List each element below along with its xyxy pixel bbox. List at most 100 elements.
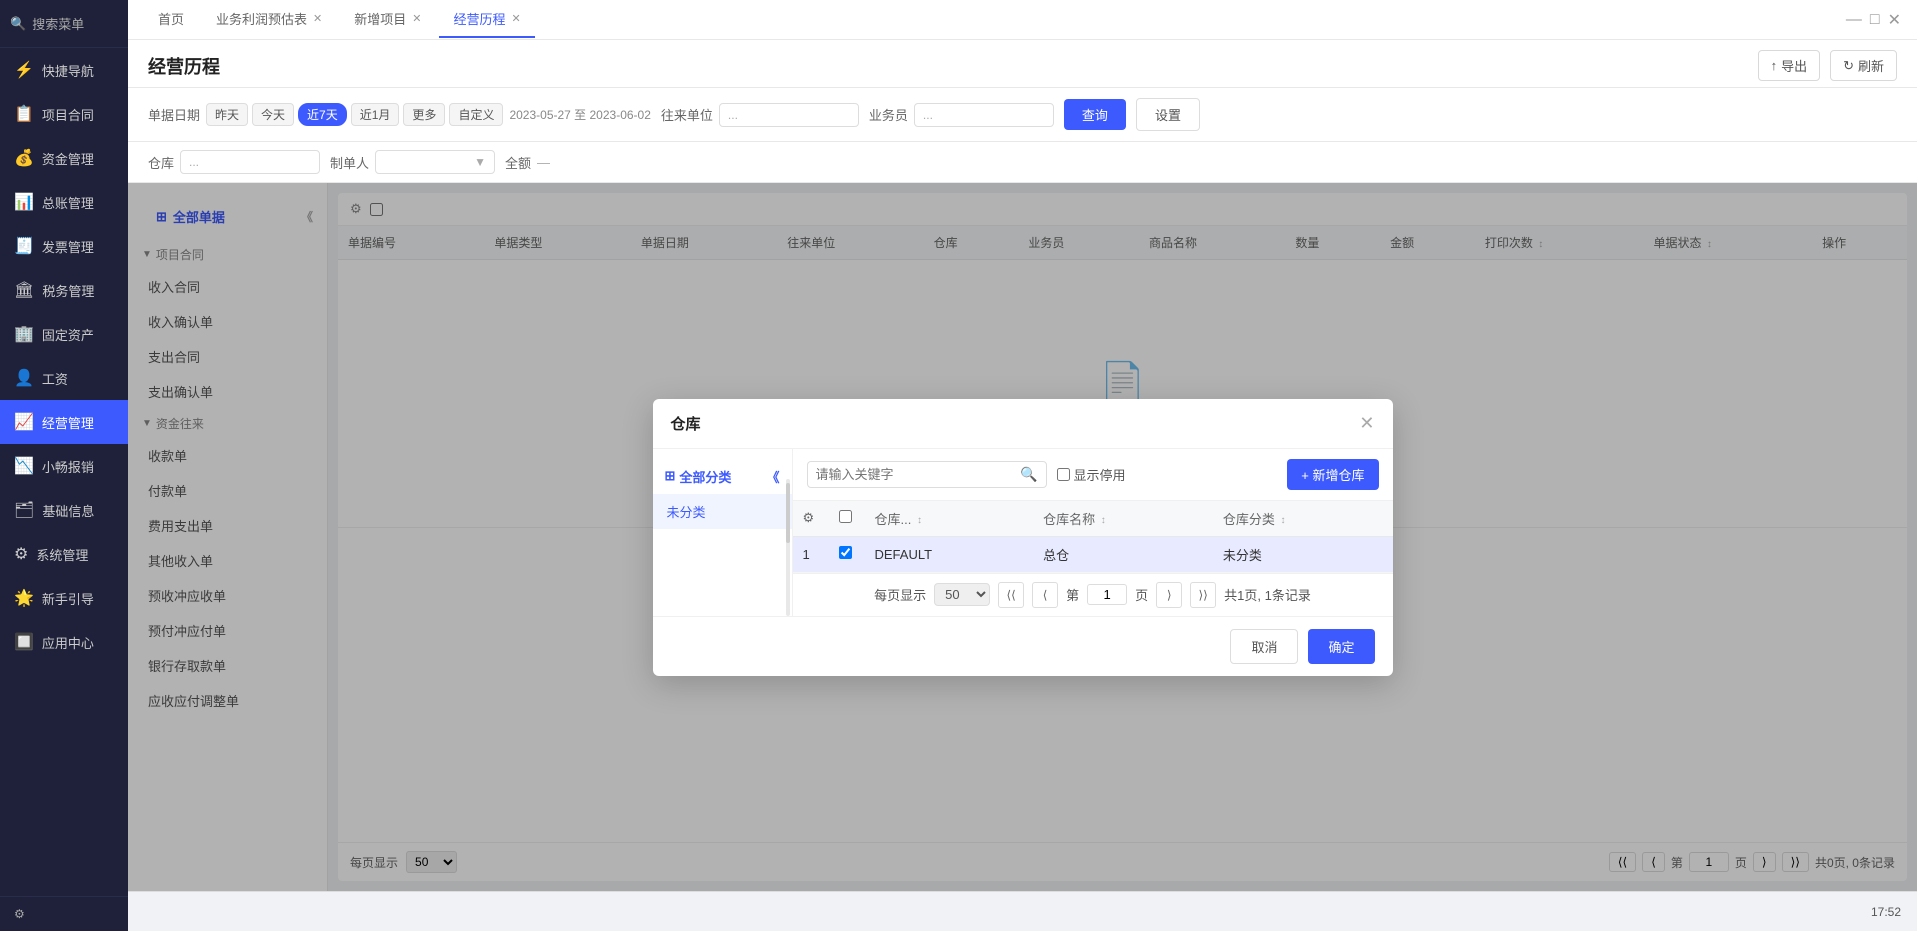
page-header: 经营历程 ↑ 导出 ↻ 刷新 [128, 40, 1917, 88]
tab-operations-close[interactable]: ✕ [512, 12, 521, 25]
maker-label: 制单人 [330, 153, 369, 172]
sidebar-item-label: 总账管理 [42, 193, 94, 212]
taskbar: 17:52 [128, 891, 1917, 931]
table-row[interactable]: 1 DEFAULT 总仓 未分类 [793, 536, 1393, 572]
show-disabled-checkbox[interactable] [1057, 468, 1070, 481]
show-disabled-checkbox-label[interactable]: 显示停用 [1057, 465, 1126, 484]
date-btn-more[interactable]: 更多 [403, 103, 445, 126]
assets-icon: 🏢 [14, 324, 34, 344]
tab-profit-close[interactable]: ✕ [313, 12, 322, 25]
tab-profit[interactable]: 业务利润预估表 ✕ [202, 1, 336, 38]
search-icon: 🔍 [10, 16, 26, 32]
sidebar-item-system[interactable]: ⚙ 系统管理 [0, 532, 128, 576]
modal-page-last[interactable]: ⟩⟩ [1190, 582, 1216, 608]
maker-input[interactable]: ▼ [375, 150, 495, 174]
tab-newproject[interactable]: 新增项目 ✕ [340, 1, 435, 38]
date-btn-1month[interactable]: 近1月 [351, 103, 400, 126]
sidebar-item-operations[interactable]: 📈 经营管理 [0, 400, 128, 444]
setting-button[interactable]: 设置 [1136, 98, 1200, 131]
sidebar-item-assets[interactable]: 🏢 固定资产 [0, 312, 128, 356]
date-btn-yesterday[interactable]: 昨天 [206, 103, 248, 126]
th-modal-name: 仓库名称 ↕ [1033, 501, 1213, 537]
sidebar-item-label: 经营管理 [42, 413, 94, 432]
close-icon[interactable]: ✕ [1888, 10, 1901, 30]
modal-toolbar: 🔍 显示停用 + 新增仓库 [793, 449, 1393, 501]
sidebar-settings[interactable]: ⚙ [0, 897, 128, 931]
confirm-button[interactable]: 确定 [1308, 629, 1374, 664]
sidebar-search[interactable]: 🔍 搜索菜单 [0, 0, 128, 48]
warehouse-label: 仓库 [148, 153, 174, 172]
date-range-display: 2023-05-27 至 2023-06-02 [509, 106, 650, 123]
minimize-icon[interactable]: — [1846, 11, 1862, 29]
modal-close-button[interactable]: ✕ [1359, 413, 1374, 434]
warehouse-input[interactable]: ... [180, 150, 320, 174]
sidebar-item-label: 固定资产 [42, 325, 94, 344]
modal-page-input[interactable] [1087, 584, 1127, 605]
sidebar-item-reports[interactable]: 📉 小畅报销 [0, 444, 128, 488]
sidebar-item-label: 快捷导航 [42, 61, 94, 80]
salesman-filter-group: 业务员 ... [869, 103, 1054, 127]
sidebar-item-appstore[interactable]: 🔲 应用中心 [0, 620, 128, 664]
funds-icon: 💰 [14, 148, 34, 168]
sidebar-item-label: 项目合同 [42, 105, 94, 124]
date-buttons: 昨天 今天 近7天 近1月 更多 自定义 [206, 103, 503, 126]
query-button[interactable]: 查询 [1064, 99, 1126, 130]
add-warehouse-button[interactable]: + 新增仓库 [1287, 459, 1378, 490]
tab-newproject-close[interactable]: ✕ [412, 12, 421, 25]
modal-total-info: 共1页, 1条记录 [1224, 585, 1311, 604]
modal-search-box: 🔍 [807, 461, 1047, 488]
counterparty-input[interactable]: ... [719, 103, 859, 127]
sidebar-item-label: 系统管理 [36, 545, 88, 564]
modal-header: 仓库 ✕ [653, 399, 1393, 449]
modal-page-prev[interactable]: ⟨ [1032, 582, 1058, 608]
date-btn-today[interactable]: 今天 [252, 103, 294, 126]
sidebar-item-shortcuts[interactable]: ⚡ 快捷导航 [0, 48, 128, 92]
modal-sidebar-uncategorized[interactable]: 未分类 [653, 494, 792, 529]
date-filter-label: 单据日期 [148, 105, 200, 124]
content-area: ⊞ 全部单据 《 ▼ 项目合同 收入合同 收入确认单 支出合同 支出确认单 ▼ … [128, 183, 1917, 891]
modal-page-next[interactable]: ⟩ [1156, 582, 1182, 608]
tax-icon: 🏛 [14, 280, 34, 300]
tab-home[interactable]: 首页 [144, 1, 198, 38]
invoice-icon: 🧾 [14, 236, 34, 256]
warehouse-modal: 仓库 ✕ ⊞ 全部分类 《 未分类 [653, 399, 1393, 676]
maximize-icon[interactable]: □ [1870, 11, 1880, 29]
sidebar-item-tax[interactable]: 🏛 税务管理 [0, 268, 128, 312]
sidebar-item-label: 发票管理 [42, 237, 94, 256]
modal-per-page-select[interactable]: 50 100 [934, 583, 990, 606]
modal-table-head: ⚙ 仓库... ↕ 仓库名称 ↕ 仓库分类 ↕ [793, 501, 1393, 537]
modal-sidebar-collapse-icon: 《 [766, 467, 779, 486]
row-checkbox[interactable] [839, 546, 852, 559]
refresh-button[interactable]: ↻ 刷新 [1830, 50, 1897, 81]
salesman-input[interactable]: ... [914, 103, 1054, 127]
date-btn-custom[interactable]: 自定义 [449, 103, 503, 126]
operations-icon: 📈 [14, 412, 34, 432]
sidebar-item-wages[interactable]: 👤 工资 [0, 356, 128, 400]
modal-search-input[interactable] [816, 467, 1015, 482]
modal-table: ⚙ 仓库... ↕ 仓库名称 ↕ 仓库分类 ↕ [793, 501, 1393, 573]
sidebar-item-label: 新手引导 [42, 589, 94, 608]
modal-page-first[interactable]: ⟨⟨ [998, 582, 1024, 608]
sidebar-item-basic[interactable]: 🗂 基础信息 [0, 488, 128, 532]
modal-sidebar-all[interactable]: ⊞ 全部分类 《 [653, 459, 792, 494]
cancel-button[interactable]: 取消 [1230, 629, 1298, 664]
sidebar-item-ledger[interactable]: 📊 总账管理 [0, 180, 128, 224]
counterparty-label: 往来单位 [661, 105, 713, 124]
export-button[interactable]: ↑ 导出 [1758, 50, 1821, 81]
sidebar-item-contracts[interactable]: 📋 项目合同 [0, 92, 128, 136]
sidebar-item-invoice[interactable]: 🧾 发票管理 [0, 224, 128, 268]
sidebar-item-guide[interactable]: 🌟 新手引导 [0, 576, 128, 620]
row-checkbox-cell[interactable] [829, 536, 865, 572]
sidebar-item-funds[interactable]: 💰 资金管理 [0, 136, 128, 180]
th-modal-settings[interactable]: ⚙ [793, 501, 829, 537]
modal-actions: 取消 确定 [653, 616, 1393, 676]
th-modal-category: 仓库分类 ↕ [1213, 501, 1393, 537]
appstore-icon: 🔲 [14, 632, 34, 652]
maker-filter-group: 制单人 ▼ [330, 150, 495, 174]
modal-select-all[interactable] [839, 510, 852, 523]
lightning-icon: ⚡ [14, 60, 34, 80]
th-modal-checkbox[interactable] [829, 501, 865, 537]
tab-operations[interactable]: 经营历程 ✕ [439, 1, 534, 38]
date-btn-7days[interactable]: 近7天 [298, 103, 347, 126]
modal-footer-bar: 每页显示 50 100 ⟨⟨ ⟨ 第 页 ⟩ [793, 573, 1393, 616]
